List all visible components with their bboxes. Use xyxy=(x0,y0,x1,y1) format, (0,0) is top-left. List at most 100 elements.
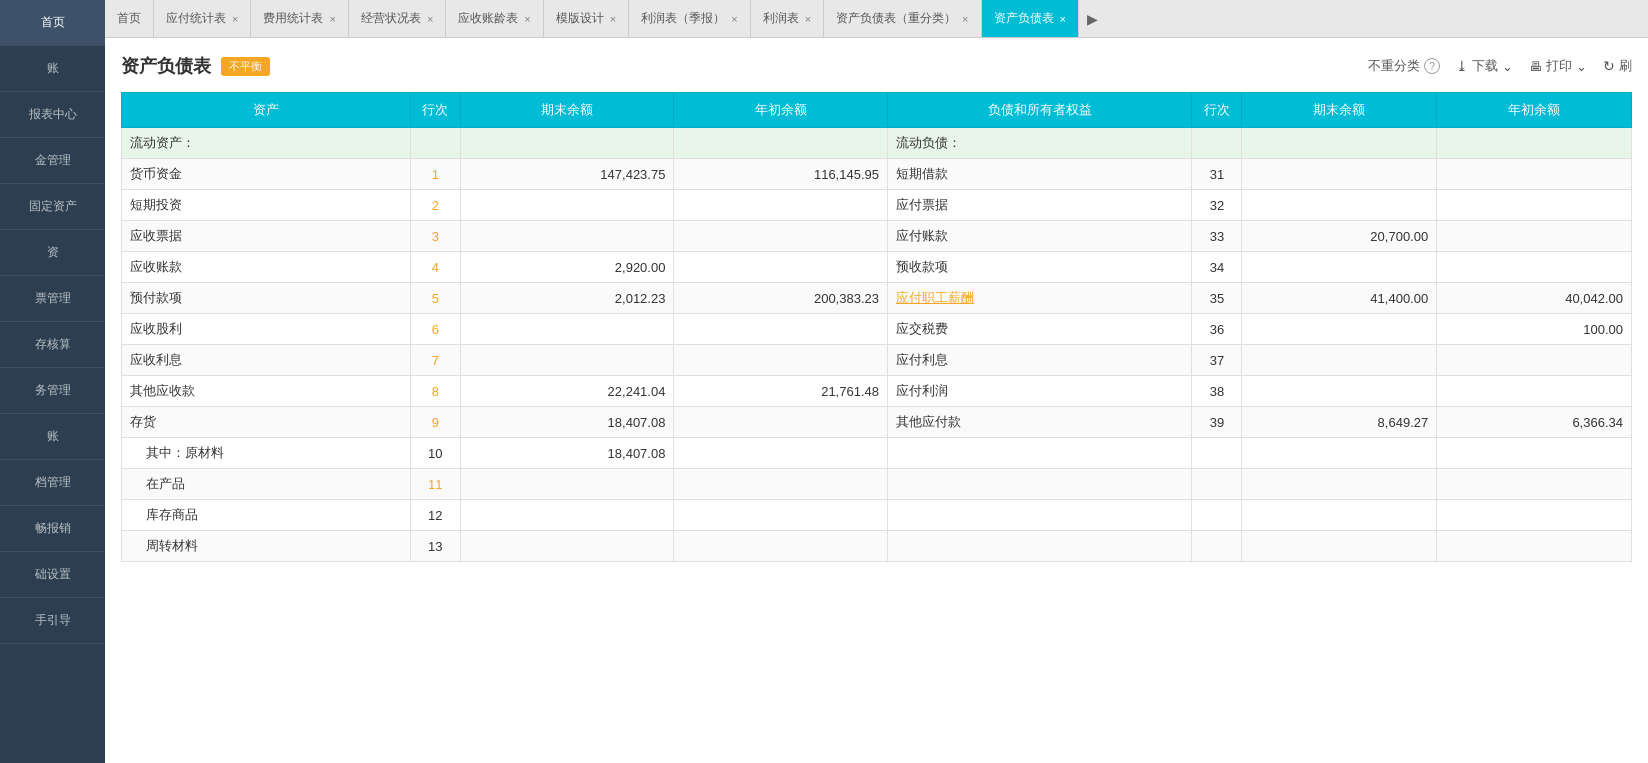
tab-profit[interactable]: 利润表 × xyxy=(751,0,824,38)
table-row: 其他应收款 8 22,241.04 21,761.48 应付利润 38 xyxy=(122,376,1632,407)
sidebar-item-report-center[interactable]: 报表中心 xyxy=(0,92,105,138)
tab-expense-stat[interactable]: 费用统计表 × xyxy=(251,0,348,38)
section-right-begin xyxy=(1437,128,1632,159)
left-name: 应收利息 xyxy=(122,345,411,376)
left-name: 应收票据 xyxy=(122,221,411,252)
left-name: 其他应收款 xyxy=(122,376,411,407)
left-end-val: 2,920.00 xyxy=(460,252,674,283)
right-name: 预收款项 xyxy=(888,252,1192,283)
tab-expense-stat-label: 费用统计表 xyxy=(263,10,323,27)
tab-payable-stat-close[interactable]: × xyxy=(232,13,238,25)
right-row-num: 37 xyxy=(1192,345,1242,376)
tab-balance[interactable]: 资产负债表 × xyxy=(982,0,1079,38)
tab-bar: 首页 应付统计表 × 费用统计表 × 经营状况表 × 应收账龄表 × 模版设计 … xyxy=(105,0,1648,38)
left-row-num: 12 xyxy=(410,500,460,531)
tab-business-stat-close[interactable]: × xyxy=(427,13,433,25)
right-name: 其他应付款 xyxy=(888,407,1192,438)
tab-profit-quarterly[interactable]: 利润表（季报） × xyxy=(629,0,750,38)
right-end-val xyxy=(1242,469,1437,500)
tab-expense-stat-close[interactable]: × xyxy=(329,13,335,25)
section-left-row xyxy=(410,128,460,159)
right-begin-val xyxy=(1437,438,1632,469)
left-begin-val xyxy=(674,345,888,376)
classify-label: 不重分类 xyxy=(1368,57,1420,75)
right-name: 应付票据 xyxy=(888,190,1192,221)
download-label: 下载 xyxy=(1472,57,1498,75)
right-name: 应付职工薪酬 xyxy=(888,283,1192,314)
main-area: 首页 应付统计表 × 费用统计表 × 经营状况表 × 应收账龄表 × 模版设计 … xyxy=(105,0,1648,763)
right-end-val: 8,649.27 xyxy=(1242,407,1437,438)
tab-home[interactable]: 首页 xyxy=(105,0,154,38)
right-row-num: 36 xyxy=(1192,314,1242,345)
right-name: 应交税费 xyxy=(888,314,1192,345)
tab-balance-close[interactable]: × xyxy=(1060,13,1066,25)
right-end-val xyxy=(1242,500,1437,531)
tab-payable-stat[interactable]: 应付统计表 × xyxy=(154,0,251,38)
right-end-val xyxy=(1242,314,1437,345)
sidebar-item-fund[interactable]: 金管理 xyxy=(0,138,105,184)
col-header-assets: 资产 xyxy=(122,93,411,128)
col-header-end-right: 期末余额 xyxy=(1242,93,1437,128)
refresh-action[interactable]: ↻ 刷 xyxy=(1603,57,1632,75)
tab-profit-close[interactable]: × xyxy=(805,13,811,25)
sidebar-item-archive[interactable]: 档管理 xyxy=(0,460,105,506)
left-row-num: 13 xyxy=(410,531,460,562)
tab-home-label: 首页 xyxy=(117,10,141,27)
tab-receivable-age-close[interactable]: × xyxy=(524,13,530,25)
sidebar-item-fixed-assets[interactable]: 固定资产 xyxy=(0,184,105,230)
right-end-val xyxy=(1242,531,1437,562)
print-icon: 🖶 xyxy=(1529,59,1542,74)
tab-business-stat[interactable]: 经营状况表 × xyxy=(349,0,446,38)
download-icon: ⤓ xyxy=(1456,58,1468,74)
print-action[interactable]: 🖶 打印 ⌄ xyxy=(1529,57,1587,75)
tab-template-design-close[interactable]: × xyxy=(610,13,616,25)
tab-balance-reclassify[interactable]: 资产负债表（重分类） × xyxy=(824,0,981,38)
left-row-num: 5 xyxy=(410,283,460,314)
right-end-val xyxy=(1242,345,1437,376)
tab-receivable-age-label: 应收账龄表 xyxy=(458,10,518,27)
section-right: 流动负债： xyxy=(888,128,1192,159)
tab-business-stat-label: 经营状况表 xyxy=(361,10,421,27)
page-title: 资产负债表 xyxy=(121,54,211,78)
left-row-num: 8 xyxy=(410,376,460,407)
sidebar-item-guide[interactable]: 手引导 xyxy=(0,598,105,644)
right-begin-val: 40,042.00 xyxy=(1437,283,1632,314)
table-row: 存货 9 18,407.08 其他应付款 39 8,649.27 6,366.3… xyxy=(122,407,1632,438)
refresh-label: 刷 xyxy=(1619,57,1632,75)
col-header-liabilities: 负债和所有者权益 xyxy=(888,93,1192,128)
right-end-val xyxy=(1242,190,1437,221)
sidebar-item-home[interactable]: 首页 xyxy=(0,0,105,46)
table-row: 其中：原材料 10 18,407.08 xyxy=(122,438,1632,469)
section-row: 流动资产： 流动负债： xyxy=(122,128,1632,159)
tab-receivable-age[interactable]: 应收账龄表 × xyxy=(446,0,543,38)
sidebar-item-expense[interactable]: 畅报销 xyxy=(0,506,105,552)
tab-balance-reclassify-label: 资产负债表（重分类） xyxy=(836,10,956,27)
right-row-num: 38 xyxy=(1192,376,1242,407)
table-row: 应收账款 4 2,920.00 预收款项 34 xyxy=(122,252,1632,283)
right-row-num xyxy=(1192,531,1242,562)
left-begin-val xyxy=(674,314,888,345)
unbalanced-badge: 不平衡 xyxy=(221,57,270,76)
right-name: 应付利息 xyxy=(888,345,1192,376)
right-row-num: 39 xyxy=(1192,407,1242,438)
sidebar-item-business[interactable]: 务管理 xyxy=(0,368,105,414)
sidebar-item-ticket[interactable]: 票管理 xyxy=(0,276,105,322)
sidebar-item-account[interactable]: 账 xyxy=(0,46,105,92)
right-begin-val: 6,366.34 xyxy=(1437,407,1632,438)
sidebar-item-ledger[interactable]: 账 xyxy=(0,414,105,460)
right-row-num xyxy=(1192,438,1242,469)
sidebar-item-asset[interactable]: 资 xyxy=(0,230,105,276)
right-begin-val xyxy=(1437,376,1632,407)
download-action[interactable]: ⤓ 下载 ⌄ xyxy=(1456,57,1513,75)
tab-balance-reclassify-close[interactable]: × xyxy=(962,13,968,25)
tab-profit-quarterly-close[interactable]: × xyxy=(731,13,737,25)
help-icon[interactable]: ? xyxy=(1424,58,1440,74)
left-begin-val xyxy=(674,252,888,283)
classify-action[interactable]: 不重分类 ? xyxy=(1368,57,1440,75)
sidebar-item-inventory[interactable]: 存核算 xyxy=(0,322,105,368)
tab-arrow-right[interactable]: ▶ xyxy=(1079,11,1106,27)
tab-template-design[interactable]: 模版设计 × xyxy=(544,0,629,38)
sidebar-item-settings[interactable]: 础设置 xyxy=(0,552,105,598)
right-begin-val xyxy=(1437,469,1632,500)
col-header-row-right: 行次 xyxy=(1192,93,1242,128)
